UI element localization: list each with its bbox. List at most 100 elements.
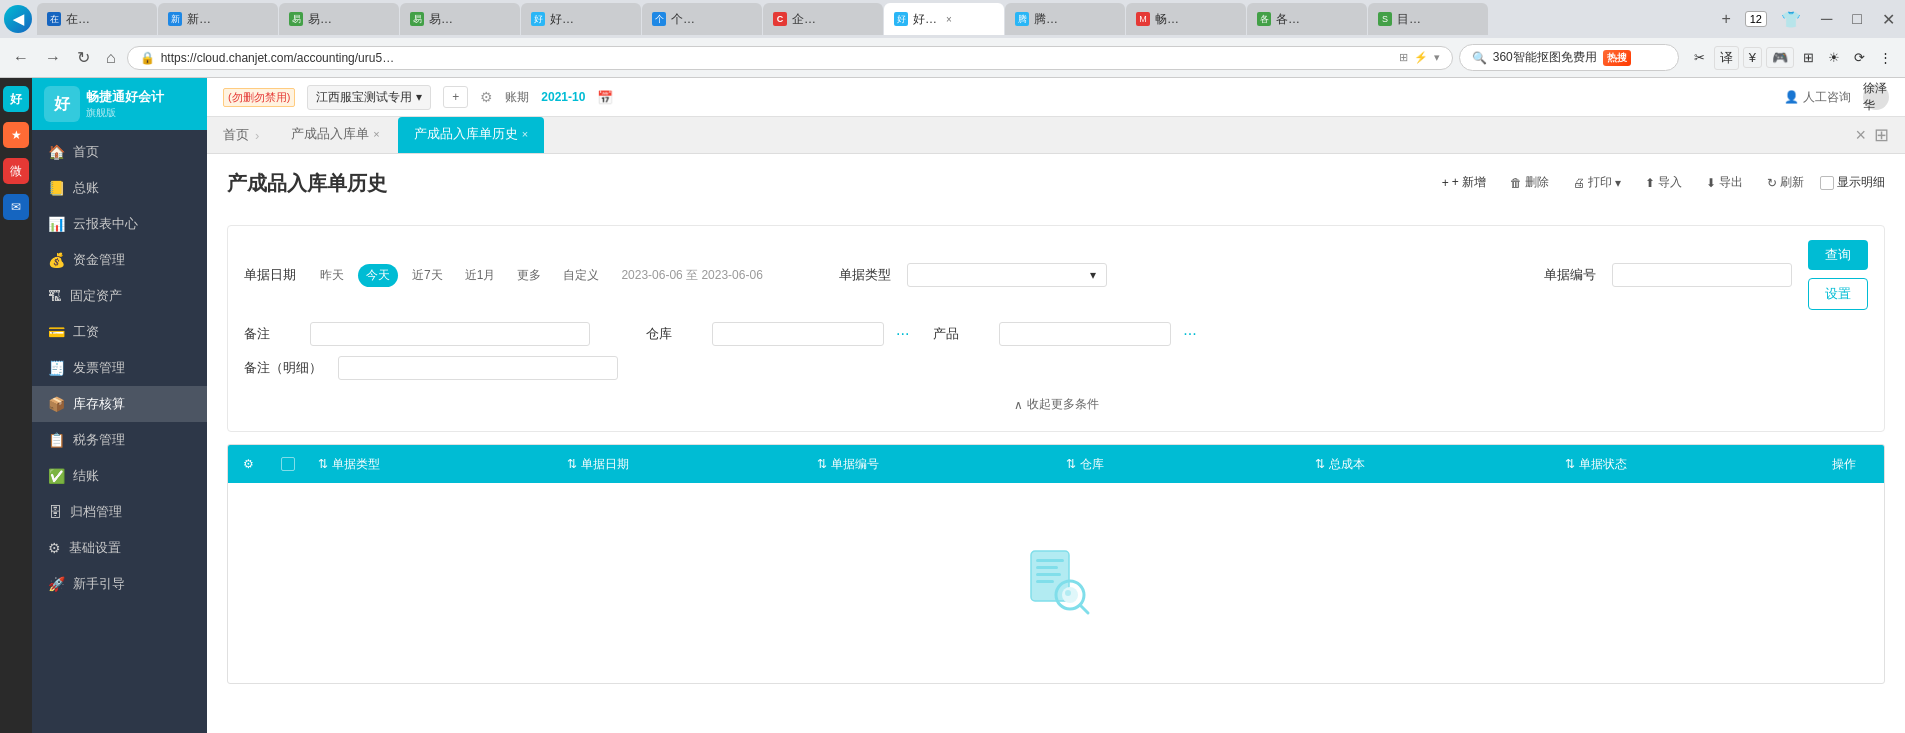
tab-list[interactable]: 产成品入库单 × [275, 117, 395, 153]
add-company-btn[interactable]: + [443, 86, 468, 108]
sidebar-item-newentry[interactable]: 🚀 新手引导 [32, 566, 207, 602]
filter-settings-btn[interactable]: 设置 [1808, 278, 1868, 310]
sidebar-item-invoice[interactable]: 🧾 发票管理 [32, 350, 207, 386]
th-total-cost[interactable]: ⇅ 总成本 [1305, 448, 1554, 481]
browser-tab[interactable]: 新 新… [158, 3, 278, 35]
app-icon-1[interactable]: ★ [3, 122, 29, 148]
ai-service[interactable]: 👤 人工咨询 [1784, 89, 1851, 106]
browser-tab[interactable]: S 目… [1368, 3, 1488, 35]
sidebar-item-report[interactable]: 📊 云报表中心 [32, 206, 207, 242]
gamepad-btn[interactable]: 🎮 [1766, 47, 1794, 68]
export-btn[interactable]: ⬇ 导出 [1698, 170, 1751, 195]
yuan-btn[interactable]: ¥ [1743, 47, 1762, 68]
user-avatar[interactable]: 徐泽华 [1863, 84, 1889, 110]
delete-btn[interactable]: 🗑 删除 [1502, 170, 1557, 195]
calendar-btn[interactable]: 📅 [597, 90, 613, 105]
refresh-btn[interactable]: ↻ [72, 46, 95, 69]
th-gear[interactable]: ⚙ [228, 449, 268, 479]
print-btn[interactable]: 🖨 打印 ▾ [1565, 170, 1629, 195]
browser-tab[interactable]: 易 易… [400, 3, 520, 35]
sidebar-item-salary[interactable]: 💳 工资 [32, 314, 207, 350]
browser-tab-active[interactable]: 好 好… × [884, 3, 1004, 35]
minimize-btn[interactable]: ─ [1815, 8, 1838, 30]
browser-toolbar: ✂ 译 ¥ 🎮 ⊞ ☀ ⟳ ⋮ [1689, 46, 1897, 70]
sidebar-item-settlement[interactable]: ✅ 结账 [32, 458, 207, 494]
tab-list-close[interactable]: × [373, 128, 379, 140]
date-btn-7days[interactable]: 近7天 [404, 264, 451, 287]
app-icon-mail[interactable]: ✉ [3, 194, 29, 220]
tab-history-close[interactable]: × [522, 128, 528, 140]
sync-btn[interactable]: ⟳ [1849, 47, 1870, 68]
th-checkbox[interactable] [268, 449, 308, 479]
th-doc-date[interactable]: ⇅ 单据日期 [557, 448, 806, 481]
sidebar-item-inventory[interactable]: 📦 库存核算 [32, 386, 207, 422]
url-bar[interactable]: 🔒 https://cloud.chanjet.com/accounting/u… [127, 46, 1453, 70]
date-btn-yesterday[interactable]: 昨天 [312, 264, 352, 287]
close-btn[interactable]: ✕ [1876, 8, 1901, 31]
sidebar-item-fund[interactable]: 💰 资金管理 [32, 242, 207, 278]
browser-tab[interactable]: 个 个… [642, 3, 762, 35]
panel-close-btn[interactable]: × [1855, 125, 1866, 146]
grid-btn[interactable]: ⊞ [1399, 51, 1408, 64]
browser-tab[interactable]: 腾 腾… [1005, 3, 1125, 35]
import-btn[interactable]: ⬆ 导入 [1637, 170, 1690, 195]
sidebar-item-tax[interactable]: 📋 税务管理 [32, 422, 207, 458]
doc-num-input[interactable] [1612, 263, 1792, 287]
refresh-btn[interactable]: ↻ 刷新 [1759, 170, 1812, 195]
maximize-btn[interactable]: □ [1846, 8, 1868, 30]
warehouse-dots-btn[interactable]: ··· [888, 325, 917, 343]
back-btn[interactable]: ← [8, 47, 34, 69]
newentry-icon: 🚀 [48, 576, 65, 592]
home-nav-btn[interactable]: ⌂ [101, 47, 121, 69]
forward-btn[interactable]: → [40, 47, 66, 69]
show-detail-checkbox[interactable] [1820, 176, 1834, 190]
app-icon-weibo[interactable]: 微 [3, 158, 29, 184]
remark-input[interactable] [310, 322, 590, 346]
th-doc-type[interactable]: ⇅ 单据类型 [308, 448, 557, 481]
warehouse-input[interactable] [712, 322, 884, 346]
table-select-all[interactable] [281, 457, 295, 471]
product-dots-btn[interactable]: ··· [1175, 325, 1204, 343]
sidebar-item-fixed[interactable]: 🏗 固定资产 [32, 278, 207, 314]
product-input[interactable] [999, 322, 1171, 346]
sidebar-item-basic[interactable]: ⚙ 基础设置 [32, 530, 207, 566]
add-btn[interactable]: + + 新增 [1434, 170, 1494, 195]
sun-btn[interactable]: ☀ [1823, 47, 1845, 68]
date-btn-today[interactable]: 今天 [358, 264, 398, 287]
date-btn-1month[interactable]: 近1月 [457, 264, 504, 287]
th-doc-status[interactable]: ⇅ 单据状态 [1555, 448, 1804, 481]
browser-tab[interactable]: M 畅… [1126, 3, 1246, 35]
browser-tab[interactable]: 易 易… [279, 3, 399, 35]
dropdown-btn[interactable]: ▾ [1434, 51, 1440, 64]
collapse-btn[interactable]: ∧ 收起更多条件 [1002, 392, 1111, 417]
search-bar[interactable]: 🔍 360智能抠图免费用 热搜 [1459, 44, 1679, 71]
app-icon-main[interactable]: 好 [3, 86, 29, 112]
scissors-btn[interactable]: ✂ [1689, 47, 1710, 68]
sidebar-item-home[interactable]: 🏠 首页 [32, 134, 207, 170]
tab-history[interactable]: 产成品入库单历史 × [398, 117, 544, 153]
bolt-btn[interactable]: ⚡ [1414, 51, 1428, 64]
breadcrumb-home[interactable]: 首页 [223, 126, 249, 144]
panel-expand-btn[interactable]: ⊞ [1874, 124, 1889, 146]
query-btn[interactable]: 查询 [1808, 240, 1868, 270]
new-tab-btn[interactable]: + [1715, 8, 1736, 30]
sidebar-item-ledger[interactable]: 📒 总账 [32, 170, 207, 206]
browser-tab[interactable]: C 企… [763, 3, 883, 35]
browser-tab[interactable]: 在 在… [37, 3, 157, 35]
more-btn[interactable]: ⋮ [1874, 47, 1897, 68]
shirt-icon[interactable]: 👕 [1775, 8, 1807, 31]
tab-close-btn[interactable]: × [946, 14, 952, 25]
browser-tab[interactable]: 好 好… [521, 3, 641, 35]
remark-detail-input[interactable] [338, 356, 618, 380]
layout-btn[interactable]: ⊞ [1798, 47, 1819, 68]
translate-btn[interactable]: 译 [1714, 46, 1739, 70]
doc-type-selectbox[interactable]: ▾ [907, 263, 1107, 287]
th-doc-num[interactable]: ⇅ 单据编号 [807, 448, 1056, 481]
sidebar-item-archive[interactable]: 🗄 归档管理 [32, 494, 207, 530]
company-selector[interactable]: 江西服宝测试专用 ▾ [307, 85, 431, 110]
date-btn-custom[interactable]: 自定义 [555, 264, 607, 287]
th-warehouse[interactable]: ⇅ 仓库 [1056, 448, 1305, 481]
date-btn-more[interactable]: 更多 [509, 264, 549, 287]
settings-icon-btn[interactable]: ⚙ [480, 89, 493, 105]
browser-tab[interactable]: 各 各… [1247, 3, 1367, 35]
